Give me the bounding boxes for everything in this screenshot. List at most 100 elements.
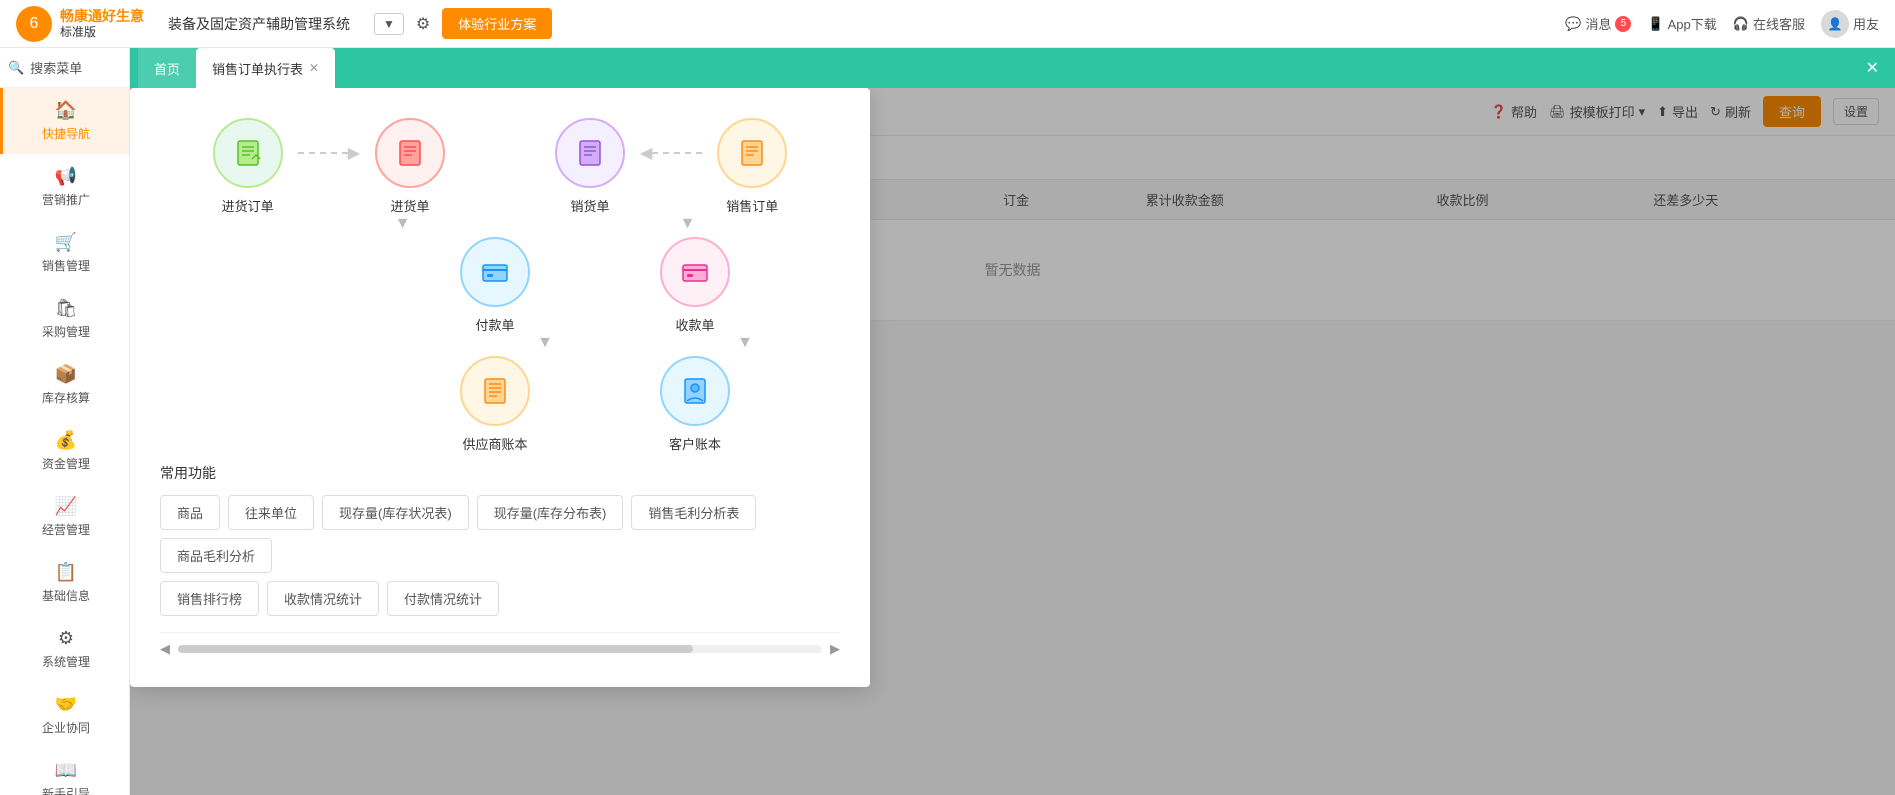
sales-icon: 🛒 [55, 232, 77, 253]
sidebar-item-system[interactable]: ⚙ 系统管理 [0, 616, 129, 682]
tab-home[interactable]: 首页 [138, 48, 196, 88]
logo-icon: 6 [16, 6, 52, 42]
arrow-2: ◀ [640, 143, 702, 191]
sales-invoice-icon [555, 118, 625, 188]
func-btn-sales-profit[interactable]: 销售毛利分析表 [631, 495, 756, 530]
dialog-scrollbar: ◀ ▶ [160, 632, 840, 657]
sales-invoice-label: 销货单 [570, 196, 609, 215]
brand-sub: 标准版 [60, 25, 144, 41]
newbie-icon: 📖 [55, 760, 77, 781]
basic-icon: 📋 [55, 562, 77, 583]
common-functions-title: 常用功能 [160, 463, 840, 483]
brand-main: 畅康通好生意 [60, 7, 144, 25]
online-service-btn[interactable]: 🎧 在线客服 [1733, 14, 1805, 33]
avatar: 👤 [1821, 10, 1849, 38]
flow-row-3: 供应商账本 [255, 356, 745, 453]
top-bar-left: 6 畅康通好生意 标准版 装备及固定资产辅助管理系统 ▼ ⚙ 体验行业方案 [16, 6, 552, 42]
overlay: 进货订单 ▶ [130, 88, 1895, 795]
down-arrow-left: ▼ [353, 215, 453, 233]
purchase-receipt-node: 进货单 [360, 118, 460, 215]
top-bar-right: 💬 消息 5 📱 App下载 🎧 在线客服 👤 用友 [1565, 10, 1879, 38]
trial-btn[interactable]: 体验行业方案 [442, 8, 552, 39]
sidebar-item-basic[interactable]: 📋 基础信息 [0, 550, 129, 616]
func-btn-stock-status[interactable]: 现存量(库存状况表) [322, 495, 469, 530]
customer-account-node: 客户账本 [645, 356, 745, 453]
tab-bar-close-btn[interactable]: ✕ [1858, 58, 1887, 78]
flow-arrows-down: ▼ ▼ [160, 215, 840, 233]
func-btn-sales-rank[interactable]: 销售排行榜 [160, 581, 259, 616]
sidebar-item-newbie[interactable]: 📖 新手引导 [0, 748, 129, 795]
user-name: 用友 [1853, 14, 1879, 33]
scrollbar-track[interactable] [178, 645, 822, 653]
down-arrow-left-2: ▼ [495, 334, 595, 352]
app-download-btn[interactable]: 📱 App下载 [1647, 14, 1716, 33]
payment-label: 付款单 [475, 315, 514, 334]
sidebar-item-inventory[interactable]: 📦 库存核算 [0, 352, 129, 418]
inventory-icon: 📦 [55, 364, 77, 385]
sidebar-item-purchase[interactable]: 🛍 采购管理 [0, 286, 129, 352]
page-content: ❓ 帮助 🖨 按模板打印 ▾ ⬆ 导出 ↻ 刷新 [130, 88, 1895, 795]
func-btn-stock-dist[interactable]: 现存量(库存分布表) [477, 495, 624, 530]
tab-sales-order-exec[interactable]: 销售订单执行表 ✕ [196, 48, 335, 88]
sidebar-search[interactable]: 🔍 搜索菜单 [0, 48, 129, 88]
supplier-account-icon [460, 356, 530, 426]
tab-close-icon[interactable]: ✕ [309, 61, 319, 75]
sidebar-label-operation: 经营管理 [42, 521, 90, 538]
logo-char: 6 [30, 15, 39, 33]
sales-invoice-node: 销货单 [540, 118, 640, 215]
func-btn-product-profit[interactable]: 商品毛利分析 [160, 538, 272, 573]
sidebar-item-finance[interactable]: 💰 资金管理 [0, 418, 129, 484]
sidebar-item-marketing[interactable]: 📢 营销推广 [0, 154, 129, 220]
sidebar-item-operation[interactable]: 📈 经营管理 [0, 484, 129, 550]
purchase-icon: 🛍 [55, 298, 78, 319]
scroll-left-btn[interactable]: ◀ [160, 641, 170, 657]
receipt-label: 收款单 [675, 315, 714, 334]
flow-row-1: 进货订单 ▶ [198, 118, 803, 215]
func-btn-payment-stats[interactable]: 付款情况统计 [387, 581, 499, 616]
system-icon: ⚙ [58, 628, 74, 649]
sidebar-label-sales: 销售管理 [42, 257, 90, 274]
supplier-account-node: 供应商账本 [445, 356, 545, 453]
supplier-account-label: 供应商账本 [462, 434, 527, 453]
customer-account-icon [660, 356, 730, 426]
sidebar: 🔍 搜索菜单 🏠 快捷导航 📢 营销推广 🛒 销售管理 🛍 采购管理 📦 [0, 48, 130, 795]
purchase-order-icon [213, 118, 283, 188]
dialog: 进货订单 ▶ [130, 88, 870, 687]
user-menu[interactable]: 👤 用友 [1821, 10, 1879, 38]
sidebar-item-enterprise[interactable]: 🤝 企业协同 [0, 682, 129, 748]
tab-bar: 首页 销售订单执行表 ✕ ✕ [130, 48, 1895, 88]
func-btn-product[interactable]: 商品 [160, 495, 220, 530]
down-arrow-right: ▼ [638, 215, 738, 233]
sidebar-label-system: 系统管理 [42, 653, 90, 670]
app-download-label: App下载 [1668, 14, 1717, 33]
sidebar-item-sales[interactable]: 🛒 销售管理 [0, 220, 129, 286]
sidebar-label-newbie: 新手引导 [42, 785, 90, 795]
search-label: 搜索菜单 [30, 58, 82, 77]
logo-text: 畅康通好生意 标准版 [60, 7, 144, 41]
common-functions: 常用功能 商品 往来单位 现存量(库存状况表) 现存量(库存分布表) 销售毛利分… [160, 463, 840, 616]
payment-node: 付款单 [445, 237, 545, 334]
sidebar-label-quick-nav: 快捷导航 [42, 125, 90, 142]
enterprise-icon: 🤝 [55, 694, 77, 715]
scroll-right-btn[interactable]: ▶ [830, 641, 840, 657]
sidebar-label-inventory: 库存核算 [42, 389, 90, 406]
home-icon: 🏠 [55, 100, 77, 121]
sidebar-label-enterprise: 企业协同 [42, 719, 90, 736]
message-icon: 💬 [1565, 16, 1581, 32]
settings-icon-btn[interactable]: ⚙ [416, 14, 430, 34]
scrollbar-thumb [178, 645, 693, 653]
system-dropdown-btn[interactable]: ▼ [374, 13, 404, 35]
tab-home-label: 首页 [154, 59, 180, 78]
sidebar-label-purchase: 采购管理 [42, 323, 90, 340]
main-layout: 🔍 搜索菜单 🏠 快捷导航 📢 营销推广 🛒 销售管理 🛍 采购管理 📦 [0, 48, 1895, 795]
flow-arrows-down-2: ▼ ▼ [160, 334, 840, 352]
sidebar-item-quick-nav[interactable]: 🏠 快捷导航 [0, 88, 129, 154]
sales-order-icon [717, 118, 787, 188]
marketing-icon: 📢 [55, 166, 77, 187]
func-btn-receipt-stats[interactable]: 收款情况统计 [267, 581, 379, 616]
message-btn[interactable]: 💬 消息 5 [1565, 14, 1631, 33]
top-bar: 6 畅康通好生意 标准版 装备及固定资产辅助管理系统 ▼ ⚙ 体验行业方案 💬 … [0, 0, 1895, 48]
receipt-icon [660, 237, 730, 307]
func-btn-related-unit[interactable]: 往来单位 [228, 495, 314, 530]
sidebar-label-finance: 资金管理 [42, 455, 90, 472]
